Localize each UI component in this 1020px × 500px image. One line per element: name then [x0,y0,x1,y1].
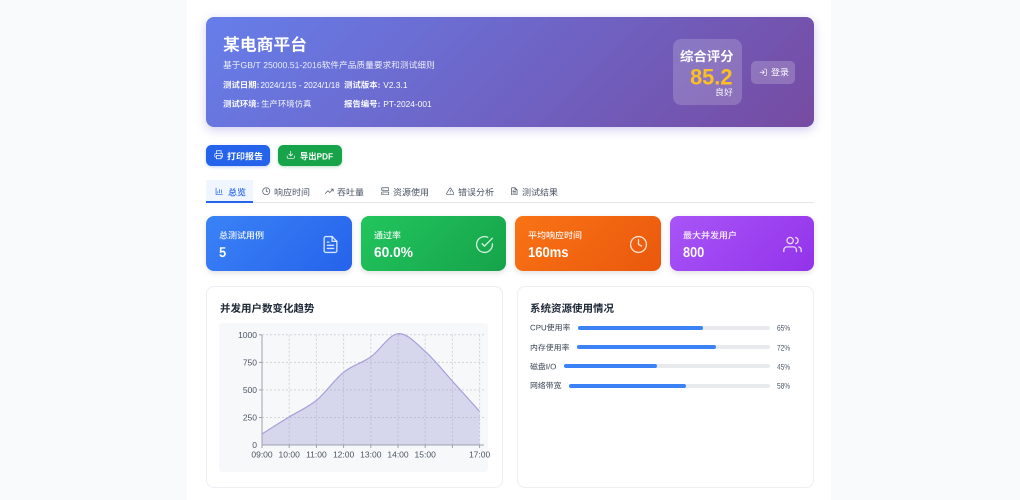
svg-text:V2.3.1: V2.3.1 [383,80,408,90]
svg-text:13:00: 13:00 [360,450,382,460]
svg-text:11:00: 11:00 [306,450,327,460]
svg-text:10:00: 10:00 [279,450,301,460]
svg-text:500: 500 [243,385,257,395]
svg-text:1000: 1000 [238,330,257,340]
svg-text:750: 750 [243,357,257,367]
svg-text:12:00: 12:00 [333,450,355,460]
svg-text:15:00: 15:00 [415,450,437,460]
svg-text:2024/1/15 - 2024/1/18: 2024/1/15 - 2024/1/18 [261,81,341,90]
svg-text:250: 250 [243,413,257,423]
svg-text:17:00: 17:00 [469,450,491,460]
svg-text:09:00: 09:00 [251,450,273,460]
svg-text:PT-2024-001: PT-2024-001 [383,99,432,109]
svg-text:14:00: 14:00 [387,450,409,460]
svg-text:0: 0 [252,440,257,450]
